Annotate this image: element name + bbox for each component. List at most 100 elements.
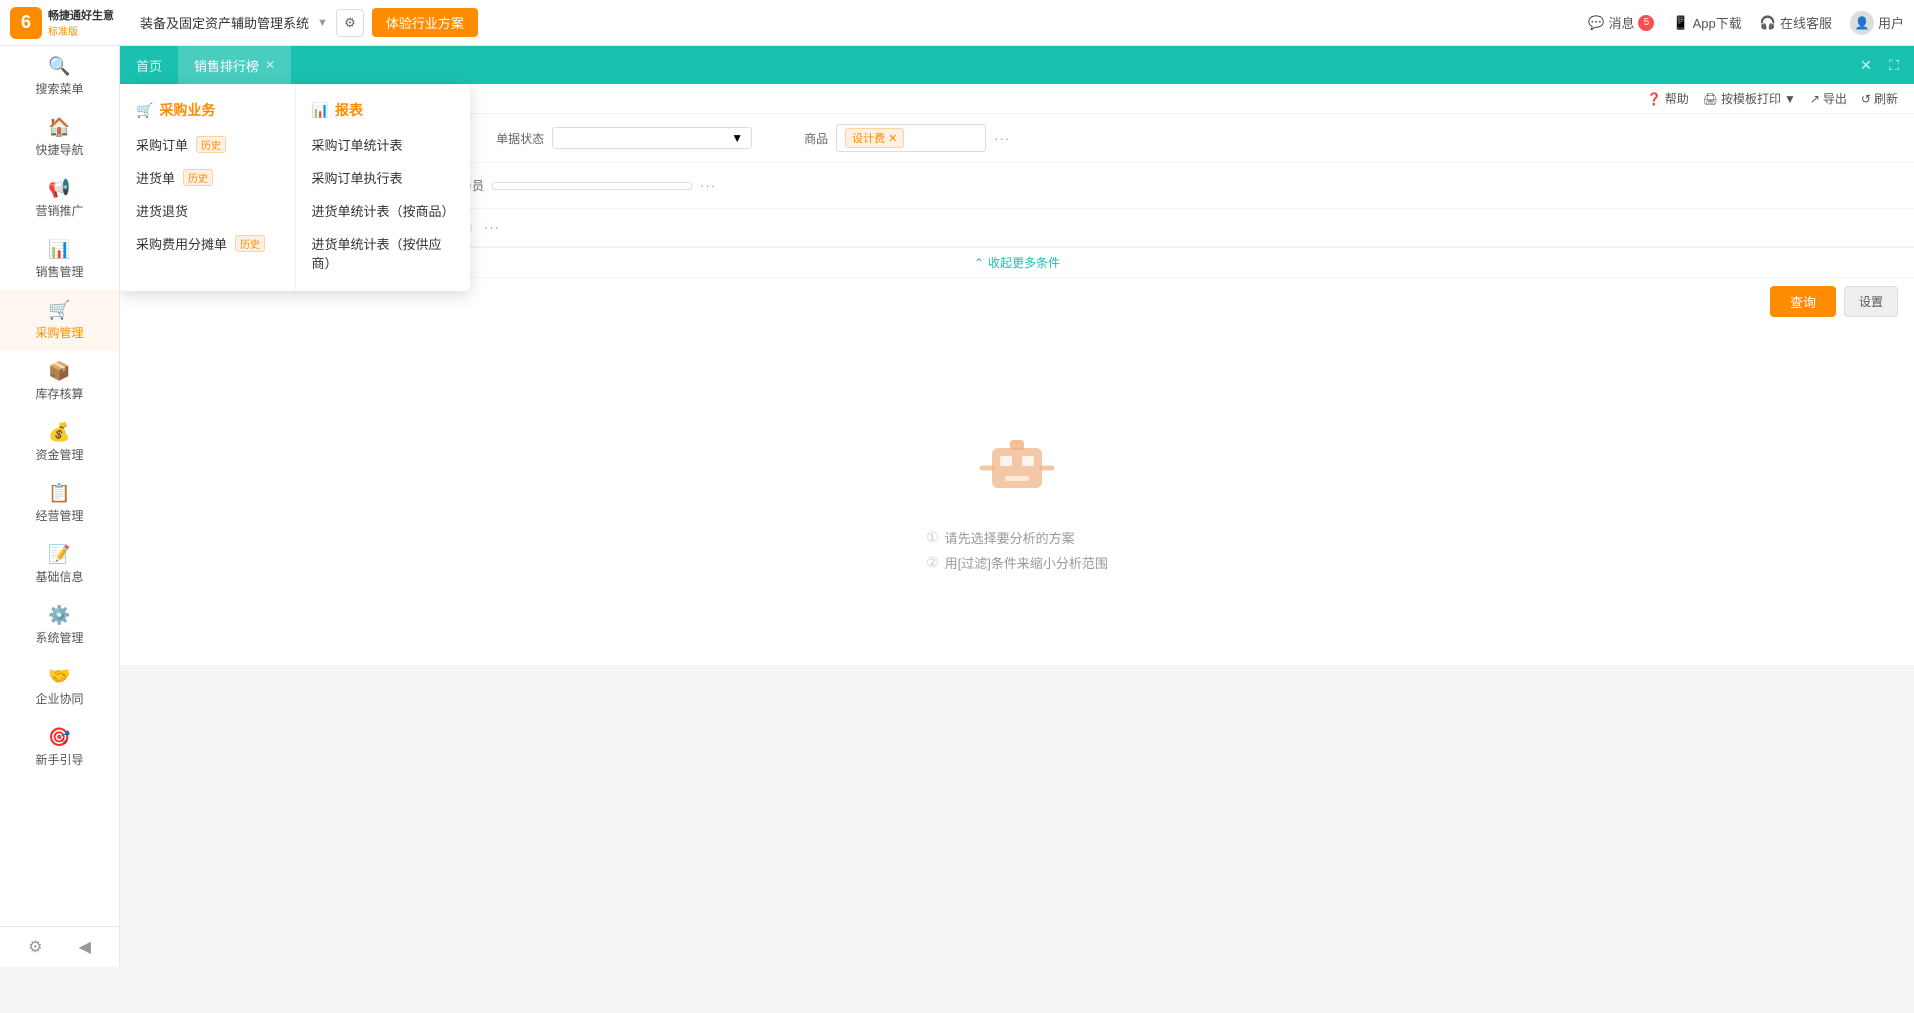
goods-input[interactable]: 设计费 ✕ [836,124,986,152]
step2-icon: ② [926,554,939,571]
purchase-icon: 🛒 [48,300,70,321]
sidebar-item-marketing[interactable]: 📢 营销推广 [0,168,119,229]
sidebar-item-quick-nav[interactable]: 🏠 快捷导航 [0,107,119,168]
supplier-stats-label: 进货单统计表（按供应商） [312,234,455,272]
user-btn[interactable]: 👤 用户 [1850,11,1904,35]
refresh-icon: ↺ [1861,92,1871,106]
system-title-arrow[interactable]: ▼ [317,17,328,29]
empty-text-line2: 用[过滤]条件来缩小分析范围 [945,553,1108,572]
marketing-icon: 📢 [48,178,70,199]
sidebar-item-collab[interactable]: 🤝 企业协同 [0,656,119,717]
sidebar: 🔍 搜索菜单 🏠 快捷导航 📢 营销推广 📊 销售管理 � [0,46,120,967]
dropdown-item-returns[interactable]: 进货退货 [120,194,295,227]
notification-badge: 5 [1638,15,1654,31]
voucher-status-group: 单据状态 ▼ [496,127,752,149]
gear-button[interactable]: ⚙ [336,9,364,37]
sidebar-item-finance[interactable]: 💰 资金管理 [0,412,119,473]
dropdown-item-cost-split[interactable]: 采购费用分摊单 历史 [120,227,295,260]
order-exec-label: 采购订单执行表 [312,168,403,187]
sales-icon: 📊 [48,239,70,260]
app-download-btn[interactable]: 📱 App下载 [1672,13,1741,32]
tab-sales-rank[interactable]: 销售排行榜 ✕ [178,46,291,84]
sidebar-label-sales: 销售管理 [35,263,83,280]
dropdown-purchase-title: 采购业务 [159,100,215,120]
incoming-label: 进货单 [136,168,175,187]
header-right: 💬 消息 5 📱 App下载 🎧 在线客服 👤 用户 [1588,11,1904,35]
sidebar-item-system[interactable]: ⚙️ 系统管理 [0,595,119,656]
sidebar-label-inventory: 库存核算 [35,385,83,402]
empty-svg [972,418,1062,508]
tab-home-label: 首页 [136,56,162,75]
system-title-text: 装备及固定资产辅助管理系统 [140,13,309,32]
print-arrow[interactable]: ▼ [1784,92,1796,106]
headset-icon: 🎧 [1760,15,1776,31]
sidebar-item-basic[interactable]: 📝 基础信息 [0,534,119,595]
home-icon: 🏠 [48,117,70,138]
dropdown-item-order-stats[interactable]: 采购订单统计表 [296,128,471,161]
query-button[interactable]: 查询 [1770,286,1836,317]
logo-icon: 6 [10,7,42,39]
dropdown-reports-title: 报表 [335,100,363,120]
help-btn[interactable]: ❓ 帮助 [1647,90,1689,107]
refresh-btn[interactable]: ↺ 刷新 [1861,90,1898,107]
customer-more-btn[interactable]: ··· [484,220,500,235]
voucher-status-label: 单据状态 [496,130,544,147]
dropdown-item-incoming[interactable]: 进货单 历史 [120,161,295,194]
print-template-btn[interactable]: 🖨 按模板打印 ▼ [1703,90,1796,107]
sidebar-item-operations[interactable]: 📋 经营管理 [0,473,119,534]
salesman-more-btn[interactable]: ··· [700,178,716,193]
goods-group: 商品 设计费 ✕ ··· [804,124,1010,152]
online-service-btn[interactable]: 🎧 在线客服 [1760,13,1832,32]
collab-icon: 🤝 [48,666,70,687]
goods-tag: 设计费 ✕ [845,128,904,148]
order-stats-label: 采购订单统计表 [312,135,403,154]
salesman-select[interactable] [492,182,692,190]
tab-maximize-btn[interactable]: ⛶ [1882,53,1906,77]
collapse-label: 收起更多条件 [988,254,1060,271]
tab-close-window-btn[interactable]: ✕ [1854,53,1878,77]
voucher-status-arrow: ▼ [731,131,743,145]
purchase-order-label: 采购订单 [136,135,188,154]
notifications-btn[interactable]: 💬 消息 5 [1588,13,1654,32]
dropdown-item-goods-stats[interactable]: 进货单统计表（按商品） [296,194,471,227]
sidebar-label-operations: 经营管理 [35,507,83,524]
empty-icon-area [972,418,1062,508]
sidebar-label-purchase: 采购管理 [35,324,83,341]
sidebar-item-inventory[interactable]: 📦 库存核算 [0,351,119,412]
voucher-status-select[interactable]: ▼ [552,127,752,149]
help-icon: ❓ [1647,92,1662,106]
search-icon: 🔍 [48,56,70,77]
sidebar-item-sales[interactable]: 📊 销售管理 [0,229,119,290]
sidebar-label-quick-nav: 快捷导航 [35,141,83,158]
avatar: 👤 [1850,11,1874,35]
dropdown-reports-header: 📊 报表 [296,96,471,128]
content-area: 首页 销售排行榜 ✕ 🛒 采购业务 采购订单 历史 [120,46,1914,967]
dropdown-item-order-exec[interactable]: 采购订单执行表 [296,161,471,194]
purchase-order-hist: 历史 [196,136,226,153]
basic-icon: 📝 [48,544,70,565]
empty-line-2: ② 用[过滤]条件来缩小分析范围 [926,553,1108,572]
dropdown-item-supplier-stats[interactable]: 进货单统计表（按供应商） [296,227,471,279]
sidebar-settings-btn[interactable]: ⚙ [28,937,42,957]
sidebar-item-purchase[interactable]: 🛒 采购管理 [0,290,119,351]
settings-button[interactable]: 设置 [1844,286,1898,317]
reports-header-icon: 📊 [312,102,329,119]
export-btn[interactable]: ↗ 导出 [1810,90,1847,107]
returns-label: 进货退货 [136,201,188,220]
sidebar-item-guide[interactable]: 🎯 新手引导 [0,717,119,778]
dropdown-item-purchase-order[interactable]: 采购订单 历史 [120,128,295,161]
industry-button[interactable]: 体验行业方案 [372,8,478,37]
empty-text-area: ① 请先选择要分析的方案 ② 用[过滤]条件来缩小分析范围 [926,528,1108,572]
sidebar-collapse-btn[interactable]: ◀ [79,937,91,957]
cost-split-hist: 历史 [235,235,265,252]
tab-close-icon[interactable]: ✕ [265,58,275,72]
export-icon: ↗ [1810,92,1820,106]
tab-home[interactable]: 首页 [120,46,178,84]
dropdown-col-purchase: 🛒 采购业务 采购订单 历史 进货单 历史 进货退货 [120,84,296,291]
sidebar-label-guide: 新手引导 [35,751,83,768]
goods-more-btn[interactable]: ··· [994,131,1010,146]
system-icon: ⚙️ [48,605,70,626]
goods-tag-close[interactable]: ✕ [888,132,897,145]
sidebar-item-search[interactable]: 🔍 搜索菜单 [0,46,119,107]
empty-text-line1: 请先选择要分析的方案 [945,528,1075,547]
